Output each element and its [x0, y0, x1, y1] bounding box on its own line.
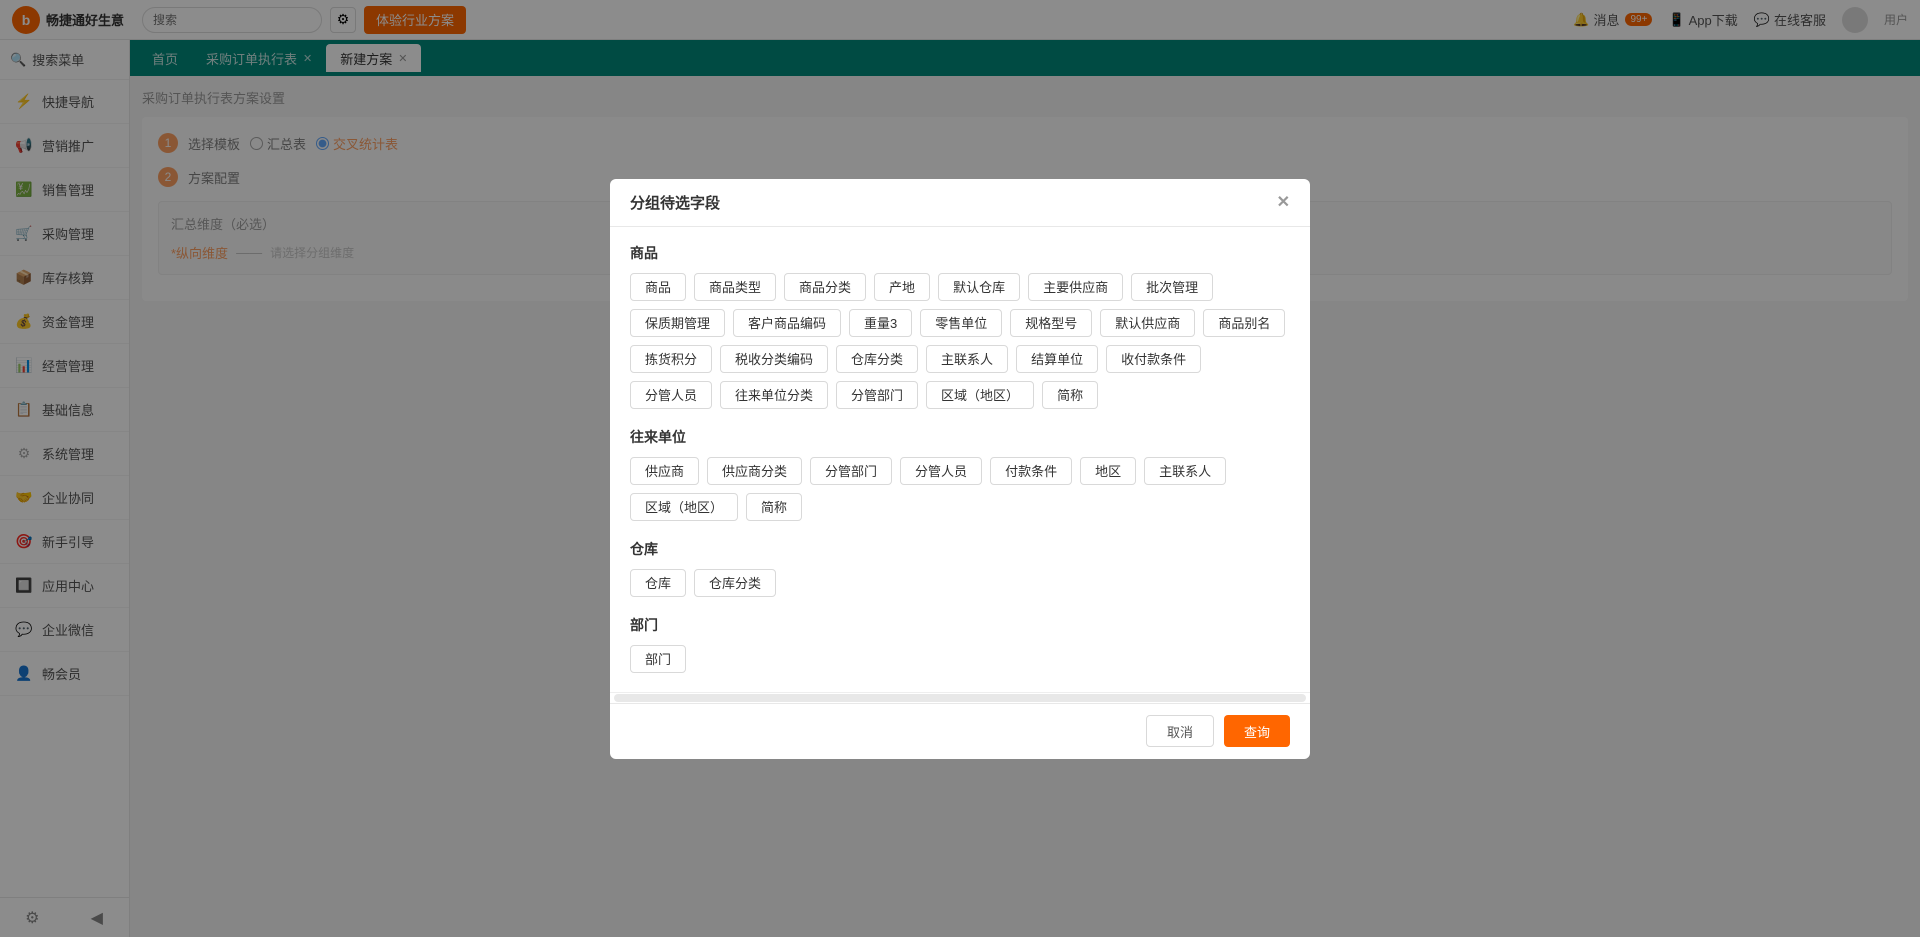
- field-tag-商品[interactable]: 商品: [630, 273, 686, 301]
- field-tag-零售单位[interactable]: 零售单位: [920, 309, 1002, 337]
- section-product: 商品商品商品类型商品分类产地默认仓库主要供应商批次管理保质期管理客户商品编码重量…: [630, 243, 1290, 409]
- field-select-modal: 分组待选字段 ✕ 商品商品商品类型商品分类产地默认仓库主要供应商批次管理保质期管…: [610, 179, 1310, 759]
- field-tag-拣货积分[interactable]: 拣货积分: [630, 345, 712, 373]
- field-tag-简称[interactable]: 简称: [746, 493, 802, 521]
- field-tag-分管人员[interactable]: 分管人员: [630, 381, 712, 409]
- field-tag-批次管理[interactable]: 批次管理: [1131, 273, 1213, 301]
- modal-header: 分组待选字段 ✕: [610, 179, 1310, 227]
- section-title-product: 商品: [630, 243, 1290, 263]
- field-tag-税收分类编码[interactable]: 税收分类编码: [720, 345, 828, 373]
- field-tag-区域（地区）[interactable]: 区域（地区）: [630, 493, 738, 521]
- field-tag-仓库[interactable]: 仓库: [630, 569, 686, 597]
- fields-group-warehouse: 仓库仓库分类: [630, 569, 1290, 597]
- field-tag-商品分类[interactable]: 商品分类: [784, 273, 866, 301]
- field-tag-商品别名[interactable]: 商品别名: [1203, 309, 1285, 337]
- field-tag-商品类型[interactable]: 商品类型: [694, 273, 776, 301]
- field-tag-往来单位分类[interactable]: 往来单位分类: [720, 381, 828, 409]
- field-tag-收付款条件[interactable]: 收付款条件: [1106, 345, 1201, 373]
- field-tag-仓库分类[interactable]: 仓库分类: [694, 569, 776, 597]
- section-title-department: 部门: [630, 615, 1290, 635]
- cancel-button[interactable]: 取消: [1146, 715, 1214, 747]
- field-tag-地区[interactable]: 地区: [1080, 457, 1136, 485]
- field-tag-供应商分类[interactable]: 供应商分类: [707, 457, 802, 485]
- modal-close-button[interactable]: ✕: [1277, 192, 1290, 212]
- section-warehouse: 仓库仓库仓库分类: [630, 539, 1290, 597]
- h-scroll-track: [614, 694, 1306, 702]
- section-department: 部门部门: [630, 615, 1290, 673]
- field-tag-结算单位[interactable]: 结算单位: [1016, 345, 1098, 373]
- section-title-warehouse: 仓库: [630, 539, 1290, 559]
- section-title-partner: 往来单位: [630, 427, 1290, 447]
- field-tag-分管部门[interactable]: 分管部门: [810, 457, 892, 485]
- field-tag-供应商[interactable]: 供应商: [630, 457, 699, 485]
- field-tag-主联系人[interactable]: 主联系人: [926, 345, 1008, 373]
- modal-body: 商品商品商品类型商品分类产地默认仓库主要供应商批次管理保质期管理客户商品编码重量…: [610, 227, 1310, 693]
- field-tag-默认供应商[interactable]: 默认供应商: [1100, 309, 1195, 337]
- field-tag-主联系人[interactable]: 主联系人: [1144, 457, 1226, 485]
- field-tag-客户商品编码[interactable]: 客户商品编码: [733, 309, 841, 337]
- confirm-button[interactable]: 查询: [1224, 715, 1290, 747]
- field-tag-产地[interactable]: 产地: [874, 273, 930, 301]
- modal-overlay: 分组待选字段 ✕ 商品商品商品类型商品分类产地默认仓库主要供应商批次管理保质期管…: [0, 0, 1920, 937]
- field-tag-保质期管理[interactable]: 保质期管理: [630, 309, 725, 337]
- field-tag-仓库分类[interactable]: 仓库分类: [836, 345, 918, 373]
- horizontal-scroll-area: [610, 692, 1310, 702]
- field-tag-重量3[interactable]: 重量3: [849, 309, 912, 337]
- fields-group-partner: 供应商供应商分类分管部门分管人员付款条件地区主联系人区域（地区） 简称: [630, 457, 1290, 521]
- field-tag-简称[interactable]: 简称: [1042, 381, 1098, 409]
- field-tag-默认仓库[interactable]: 默认仓库: [938, 273, 1020, 301]
- fields-group-department: 部门: [630, 645, 1290, 673]
- field-tag-规格型号[interactable]: 规格型号: [1010, 309, 1092, 337]
- section-partner: 往来单位供应商供应商分类分管部门分管人员付款条件地区主联系人区域（地区） 简称: [630, 427, 1290, 521]
- fields-group-product: 商品商品类型商品分类产地默认仓库主要供应商批次管理保质期管理客户商品编码重量3 零…: [630, 273, 1290, 409]
- field-tag-分管部门[interactable]: 分管部门: [836, 381, 918, 409]
- field-tag-区域（地区）[interactable]: 区域（地区）: [926, 381, 1034, 409]
- field-tag-付款条件[interactable]: 付款条件: [990, 457, 1072, 485]
- field-tag-分管人员[interactable]: 分管人员: [900, 457, 982, 485]
- modal-footer: 取消 查询: [610, 703, 1310, 759]
- field-tag-主要供应商[interactable]: 主要供应商: [1028, 273, 1123, 301]
- field-tag-部门[interactable]: 部门: [630, 645, 686, 673]
- modal-title: 分组待选字段: [630, 192, 720, 213]
